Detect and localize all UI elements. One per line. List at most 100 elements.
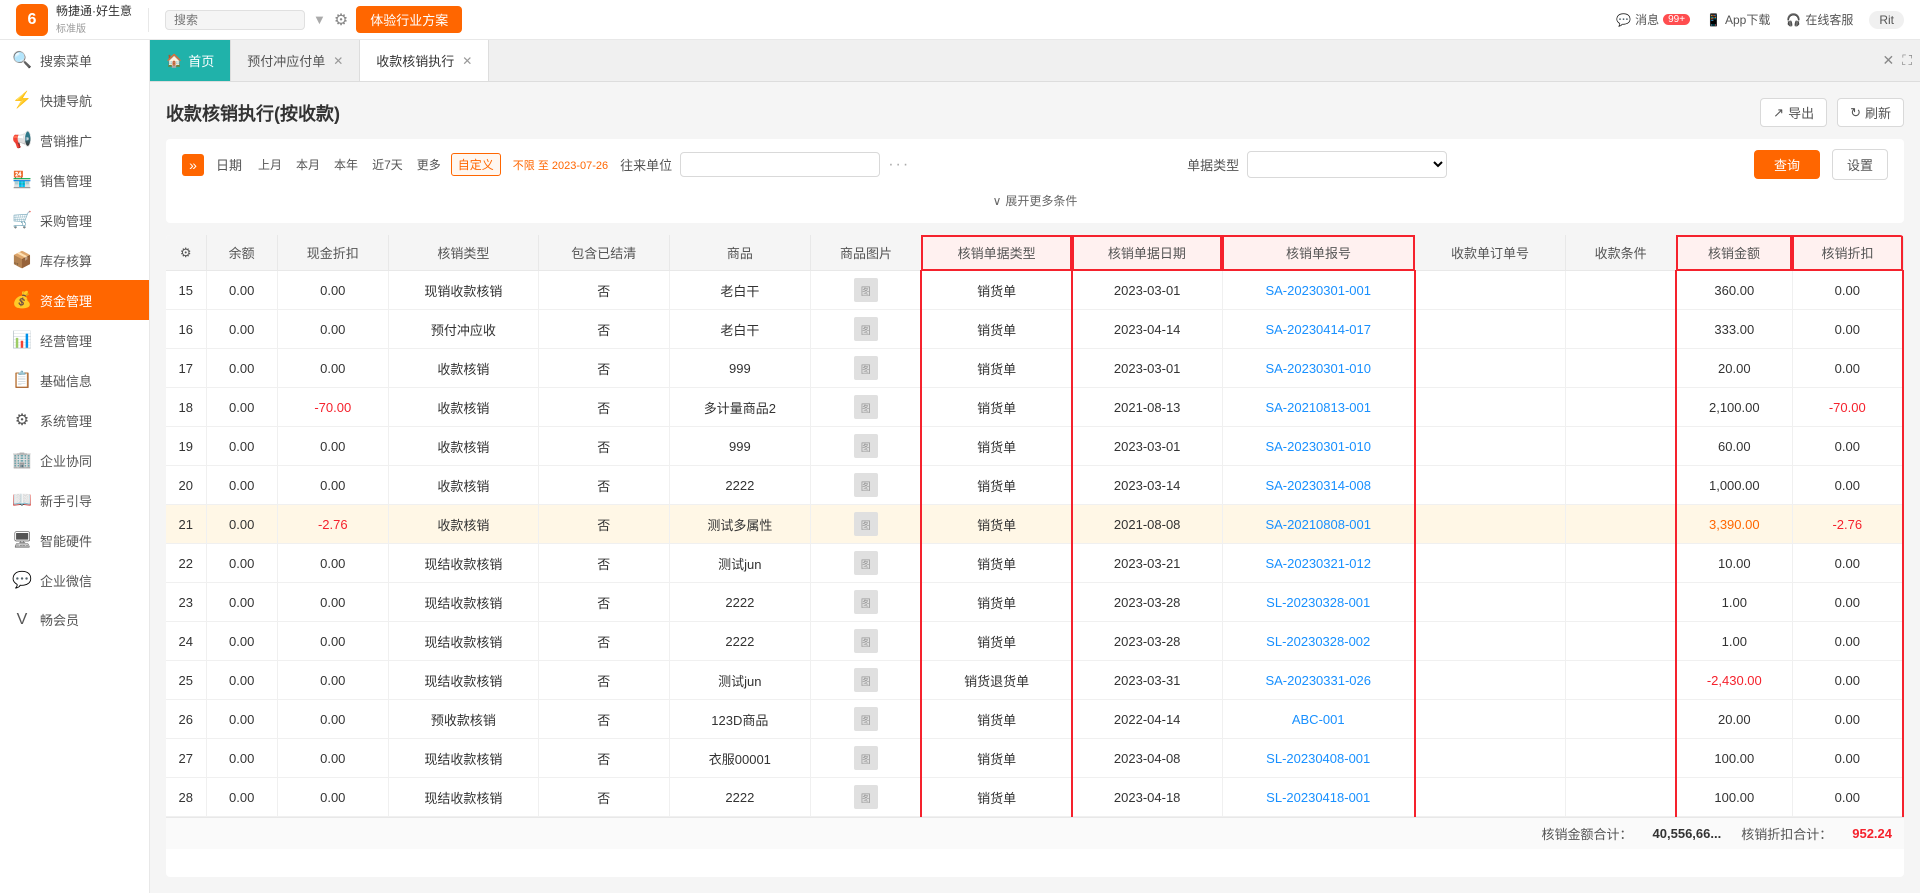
td-include-settled: 否 (539, 427, 670, 466)
td-bill-report-no[interactable]: SA-20230414-017 (1222, 310, 1415, 349)
sidebar-item-wechat[interactable]: 💬 企业微信 (0, 560, 149, 600)
td-bill-report-no[interactable]: SA-20230321-012 (1222, 544, 1415, 583)
tab-receipt-close[interactable]: ✕ (462, 54, 472, 68)
td-bill-report-no[interactable]: SA-20210808-001 (1222, 505, 1415, 544)
th-receipt-condition: 收款条件 (1565, 235, 1676, 271)
refresh-button[interactable]: ↻ 刷新 (1837, 98, 1904, 127)
export-button[interactable]: ↗ 导出 (1760, 98, 1827, 127)
tab-prepay-close[interactable]: ✕ (333, 54, 343, 68)
chevron-down-icon[interactable]: ▼ (313, 12, 326, 27)
td-bill-report-no[interactable]: SA-20230301-001 (1222, 271, 1415, 310)
sidebar-item-quicknav[interactable]: ⚡ 快捷导航 (0, 80, 149, 120)
sidebar-item-purchase[interactable]: 🛒 采购管理 (0, 200, 149, 240)
td-no: 25 (166, 661, 206, 700)
td-balance: 0.00 (206, 388, 277, 427)
td-include-settled: 否 (539, 778, 670, 817)
query-button[interactable]: 查询 (1754, 150, 1820, 179)
date-this-year[interactable]: 本年 (330, 154, 362, 175)
sidebar-item-label: 搜索菜单 (40, 51, 92, 70)
td-goods-img: 图 (811, 427, 922, 466)
td-verify-type: 收款核销 (388, 388, 538, 427)
table-wrapper: ⚙ 余额 现金折扣 核销类型 包含已结清 商品 商品图片 核销单据类型 核销单据… (166, 235, 1904, 877)
td-receipt-order-no (1415, 700, 1565, 739)
sidebar-item-operation[interactable]: 📊 经营管理 (0, 320, 149, 360)
sidebar-item-basic[interactable]: 📋 基础信息 (0, 360, 149, 400)
tab-bar: 🏠 首页 预付冲应付单 ✕ 收款核销执行 ✕ ✕ ⛶ (150, 40, 1920, 82)
td-bill-report-no[interactable]: SL-20230328-002 (1222, 622, 1415, 661)
sidebar-item-guide[interactable]: 📖 新手引导 (0, 480, 149, 520)
sidebar-item-finance[interactable]: 💰 资金管理 (0, 280, 149, 320)
sidebar-item-search[interactable]: 🔍 搜索菜单 (0, 40, 149, 80)
home-icon: 🏠 (166, 53, 182, 69)
td-verify-amount: 20.00 (1676, 349, 1792, 388)
sidebar-item-hardware[interactable]: 🖥 智能硬件 (0, 520, 149, 560)
td-bill-report-no[interactable]: SA-20230314-008 (1222, 466, 1415, 505)
filter-expand-button[interactable]: » (182, 154, 204, 176)
chart-icon: 📊 (12, 330, 32, 350)
sidebar-item-marketing[interactable]: 📢 营销推广 (0, 120, 149, 160)
date-custom[interactable]: 自定义 (451, 153, 501, 176)
td-verify-amount: 10.00 (1676, 544, 1792, 583)
app-download-area[interactable]: 📱 App下载 (1706, 11, 1770, 28)
sidebar-item-corp[interactable]: 🏢 企业协同 (0, 440, 149, 480)
counterpart-more-icon[interactable]: ··· (888, 156, 910, 174)
tab-home[interactable]: 🏠 首页 (150, 40, 231, 81)
maximize-icon[interactable]: ⛶ (1902, 52, 1912, 69)
td-bill-report-no[interactable]: SA-20230331-026 (1222, 661, 1415, 700)
tab-prepay[interactable]: 预付冲应付单 ✕ (231, 40, 360, 81)
sidebar-item-system[interactable]: ⚙ 系统管理 (0, 400, 149, 440)
td-no: 22 (166, 544, 206, 583)
sidebar-item-label: 新手引导 (40, 491, 92, 510)
td-bill-report-no[interactable]: SA-20230301-010 (1222, 349, 1415, 388)
date-more[interactable]: 更多 (413, 154, 445, 175)
footer-verify-amount-label: 核销金额合计： (1542, 824, 1633, 843)
td-bill-report-no[interactable]: SL-20230418-001 (1222, 778, 1415, 817)
td-bill-report-no[interactable]: SA-20230301-010 (1222, 427, 1415, 466)
th-gear[interactable]: ⚙ (166, 235, 206, 271)
online-service-area[interactable]: 🎧 在线客服 (1786, 11, 1853, 28)
td-no: 26 (166, 700, 206, 739)
search-input[interactable] (165, 10, 305, 30)
mobile-icon: 📱 (1706, 13, 1721, 27)
close-window-icon[interactable]: ✕ (1882, 52, 1894, 69)
td-bill-report-date: 2023-03-14 (1072, 466, 1222, 505)
sidebar-item-inventory[interactable]: 📦 库存核算 (0, 240, 149, 280)
table-row: 28 0.00 0.00 现结收款核销 否 2222 图 销货单 2023-04… (166, 778, 1903, 817)
th-bill-report-type: 核销单据类型 (921, 235, 1071, 271)
date-last-month[interactable]: 上月 (254, 154, 286, 175)
td-bill-report-no[interactable]: SA-20210813-001 (1222, 388, 1415, 427)
setting-button[interactable]: 设置 (1832, 149, 1888, 180)
tab-receipt[interactable]: 收款核销执行 ✕ (360, 40, 489, 81)
messages-area[interactable]: 💬 消息 99+ (1616, 11, 1690, 28)
td-goods: 999 (669, 349, 811, 388)
industry-solution-button[interactable]: 体验行业方案 (356, 6, 462, 33)
td-bill-report-no[interactable]: SL-20230408-001 (1222, 739, 1415, 778)
td-bill-report-type: 销货单 (921, 544, 1071, 583)
td-bill-report-date: 2022-04-14 (1072, 700, 1222, 739)
td-balance: 0.00 (206, 622, 277, 661)
messages-label: 消息 (1635, 11, 1659, 28)
td-verify-type: 收款核销 (388, 466, 538, 505)
td-verify-discount: 0.00 (1792, 310, 1903, 349)
search-icon: 🔍 (12, 50, 32, 70)
counterpart-input[interactable] (680, 152, 880, 177)
sidebar-item-sales[interactable]: 🏪 销售管理 (0, 160, 149, 200)
td-bill-report-type: 销货单 (921, 466, 1071, 505)
user-name[interactable]: Rit (1869, 11, 1904, 29)
expand-more-conditions[interactable]: ∨ 展开更多条件 (182, 188, 1888, 213)
td-bill-report-no[interactable]: ABC-001 (1222, 700, 1415, 739)
book-icon: 📖 (12, 490, 32, 510)
td-cash-discount: -2.76 (277, 505, 388, 544)
sidebar-item-member[interactable]: V 畅会员 (0, 600, 149, 639)
date-this-month[interactable]: 本月 (292, 154, 324, 175)
td-goods-img: 图 (811, 544, 922, 583)
gear-icon[interactable]: ⚙ (334, 10, 348, 30)
td-goods-img: 图 (811, 661, 922, 700)
page-header: 收款核销执行(按收款) ↗ 导出 ↻ 刷新 (166, 98, 1904, 127)
td-verify-discount: 0.00 (1792, 661, 1903, 700)
date-7days[interactable]: 近7天 (368, 154, 407, 175)
td-cash-discount: 0.00 (277, 544, 388, 583)
bill-type-select[interactable] (1247, 151, 1447, 178)
td-bill-report-type: 销货单 (921, 310, 1071, 349)
td-bill-report-no[interactable]: SL-20230328-001 (1222, 583, 1415, 622)
